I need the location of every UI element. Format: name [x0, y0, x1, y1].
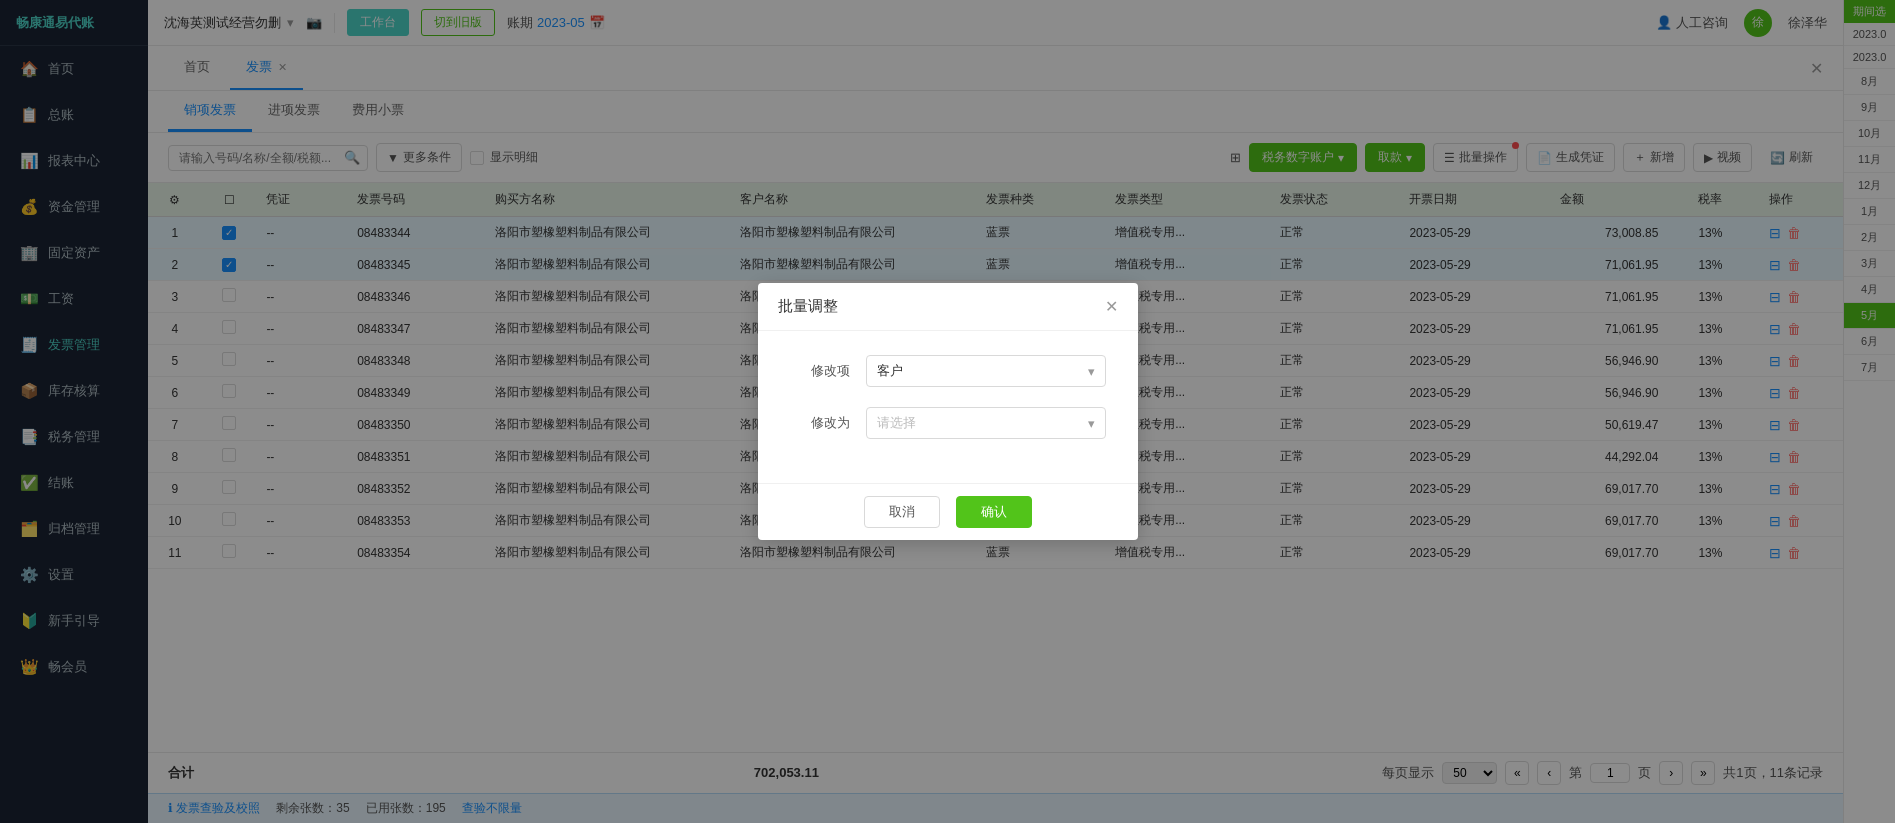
- change-to-select[interactable]: 请选择 ▾: [866, 407, 1106, 439]
- form-row-change-to: 修改为 请选择 ▾: [790, 407, 1106, 439]
- modal-title: 批量调整: [778, 297, 838, 316]
- modal-overlay[interactable]: 批量调整 ✕ 修改项 客户 ▾ 修改为 请选择 ▾ 取消 确认: [0, 0, 1895, 823]
- field-label: 修改项: [790, 362, 850, 380]
- modal-footer: 取消 确认: [758, 483, 1138, 540]
- field-value: 客户: [877, 362, 903, 380]
- field-select[interactable]: 客户 ▾: [866, 355, 1106, 387]
- change-to-placeholder: 请选择: [877, 414, 916, 432]
- form-row-field: 修改项 客户 ▾: [790, 355, 1106, 387]
- confirm-button[interactable]: 确认: [956, 496, 1032, 528]
- change-to-dropdown-icon: ▾: [1088, 416, 1095, 431]
- modal-header: 批量调整 ✕: [758, 283, 1138, 331]
- modal-close-button[interactable]: ✕: [1105, 297, 1118, 316]
- modal-body: 修改项 客户 ▾ 修改为 请选择 ▾: [758, 331, 1138, 483]
- cancel-button[interactable]: 取消: [864, 496, 940, 528]
- batch-adjust-modal: 批量调整 ✕ 修改项 客户 ▾ 修改为 请选择 ▾ 取消 确认: [758, 283, 1138, 540]
- field-dropdown-icon: ▾: [1088, 364, 1095, 379]
- change-to-label: 修改为: [790, 414, 850, 432]
